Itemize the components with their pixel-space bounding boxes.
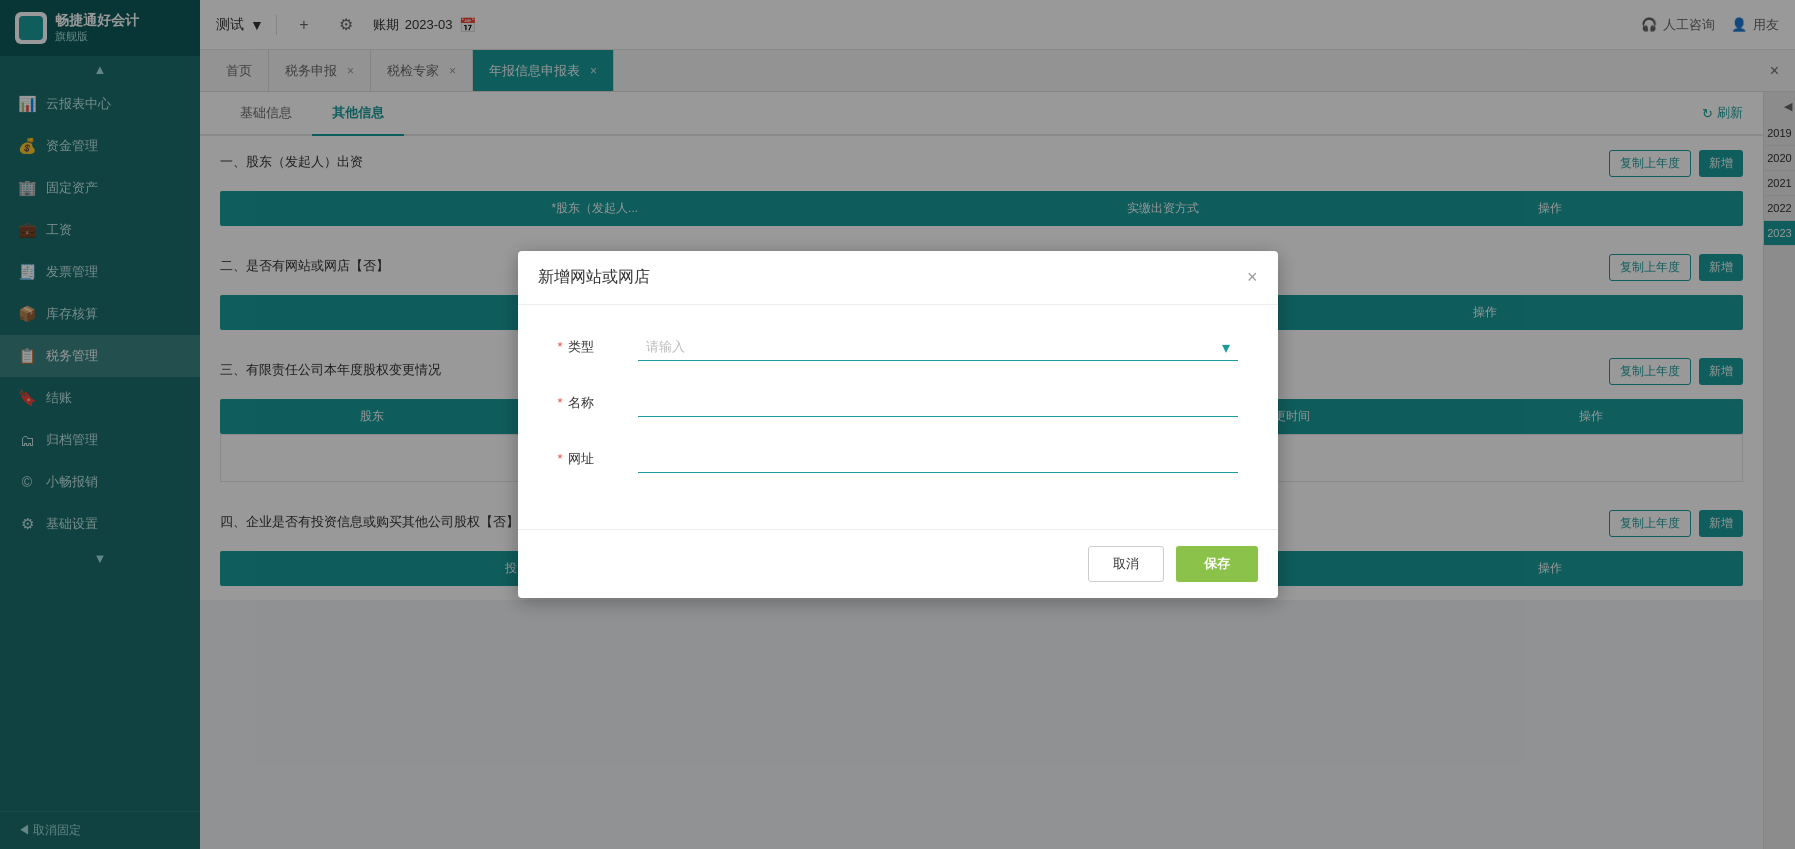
form-input-wrap-url — [638, 445, 1238, 473]
modal-header: 新增网站或网店 × — [518, 251, 1278, 305]
required-mark-name: * — [558, 395, 563, 410]
modal-body: * 类型 ▾ * 名称 * — [518, 305, 1278, 529]
modal-overlay: 新增网站或网店 × * 类型 ▾ * 名称 — [0, 0, 1795, 849]
dropdown-icon-type[interactable]: ▾ — [1222, 338, 1230, 357]
form-item-type: * 类型 ▾ — [558, 333, 1238, 361]
modal-footer: 取消 保存 — [518, 529, 1278, 598]
cancel-button[interactable]: 取消 — [1088, 546, 1164, 582]
required-mark-type: * — [558, 339, 563, 354]
type-input[interactable] — [638, 333, 1238, 361]
form-input-wrap-type: ▾ — [638, 333, 1238, 361]
modal-title: 新增网站或网店 — [538, 267, 650, 288]
form-input-wrap-name — [638, 389, 1238, 417]
save-button[interactable]: 保存 — [1176, 546, 1258, 582]
modal-close-btn[interactable]: × — [1247, 267, 1258, 288]
form-item-name: * 名称 — [558, 389, 1238, 417]
form-item-url: * 网址 — [558, 445, 1238, 473]
modal-add-website: 新增网站或网店 × * 类型 ▾ * 名称 — [518, 251, 1278, 598]
form-label-name: * 名称 — [558, 394, 638, 412]
form-label-url: * 网址 — [558, 450, 638, 468]
required-mark-url: * — [558, 451, 563, 466]
name-input[interactable] — [638, 389, 1238, 417]
url-input[interactable] — [638, 445, 1238, 473]
form-label-type: * 类型 — [558, 338, 638, 356]
